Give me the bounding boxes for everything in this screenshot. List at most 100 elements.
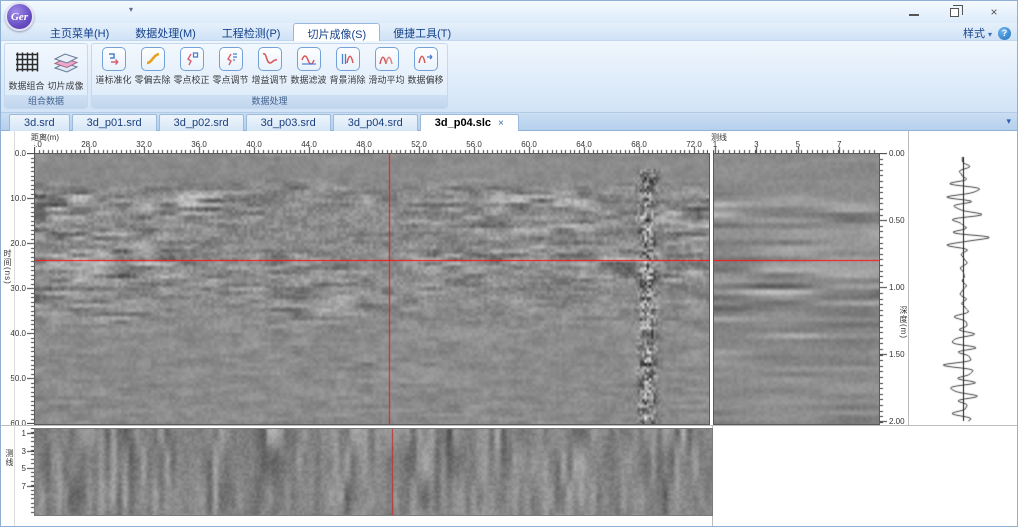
ribbon-button-label: 数据组合 xyxy=(8,79,44,92)
filter-icon xyxy=(297,47,321,71)
menu-tab-slice-imaging[interactable]: 切片成像(S) xyxy=(293,23,380,41)
tick-label: 7 xyxy=(22,482,26,491)
tick-label: 10.0 xyxy=(10,194,26,203)
document-tab-3d_p02-srd[interactable]: 3d_p02.srd xyxy=(159,114,244,131)
ribbon-group-label-data-processing: 数据处理 xyxy=(92,95,447,108)
ribbon-button-slice-imaging[interactable]: 切片成像 xyxy=(46,45,85,96)
document-tab-bar: 3d.srd3d_p01.srd3d_p02.srd3d_p03.srd3d_p… xyxy=(1,113,1017,131)
slice-3d-icon xyxy=(51,47,81,77)
menu-tab-project-detection[interactable]: 工程检测(P) xyxy=(209,23,294,41)
ribbon-button-moving-average[interactable]: 滑动平均 xyxy=(367,45,406,96)
tick-label: 5 xyxy=(22,464,26,473)
menu-tab-data-processing[interactable]: 数据处理(M) xyxy=(122,23,209,41)
tick-label: 20.0 xyxy=(10,239,26,248)
title-bar: Ger ▾ × xyxy=(1,1,1017,23)
background-icon xyxy=(336,47,360,71)
tick-label: 0.50 xyxy=(889,216,905,225)
tick-label: 0.0 xyxy=(15,149,26,158)
menu-right-tools: 样式▾ ? xyxy=(963,25,1011,41)
document-tab-3d_p03-srd[interactable]: 3d_p03.srd xyxy=(246,114,331,131)
ribbon-group-data-processing: 道标准化零偏去除零点校正零点调节增益调节数据滤波背景消除滑动平均数据偏移数据处理 xyxy=(91,43,448,109)
ribbon-button-label: 道标准化 xyxy=(95,73,131,86)
menu-bar: 主页菜单(H)数据处理(M)工程检测(P)切片成像(S)便捷工具(T) 样式▾ … xyxy=(1,23,1017,41)
ribbon-button-label: 滑动平均 xyxy=(368,73,404,86)
slice-y-axis-ticks xyxy=(27,428,34,514)
drift-icon xyxy=(141,47,165,71)
restore-button[interactable] xyxy=(941,3,967,21)
tick-label: 3 xyxy=(22,447,26,456)
ribbon-button-gain-adjust[interactable]: 增益调节 xyxy=(250,45,289,96)
close-icon: × xyxy=(990,5,997,19)
profile-y-axis-title: 时间(ns) xyxy=(2,249,13,285)
tick-label: 1.00 xyxy=(889,283,905,292)
section-y-axis-ticks xyxy=(880,153,887,424)
slice-canvas[interactable] xyxy=(34,428,713,516)
shift-icon xyxy=(414,47,438,71)
tick-label: 0.00 xyxy=(889,149,905,158)
ribbon-button-label: 零点调节 xyxy=(212,73,248,86)
close-button[interactable]: × xyxy=(981,3,1007,21)
ribbon-button-trace-normalize[interactable]: 道标准化 xyxy=(94,45,133,96)
profile-y-axis-ticks xyxy=(27,153,34,424)
zero-adjust-icon xyxy=(219,47,243,71)
help-icon[interactable]: ? xyxy=(998,27,1011,40)
minimize-button[interactable] xyxy=(901,3,927,21)
section-canvas[interactable] xyxy=(713,153,880,425)
zero-correct-icon xyxy=(180,47,204,71)
app-logo-button[interactable]: Ger xyxy=(5,2,34,31)
tab-overflow-dropdown-icon[interactable]: ▾ xyxy=(1006,116,1011,127)
horizontal-divider xyxy=(1,425,1018,426)
application-window: Ger ▾ × 主页菜单(H)数据处理(M)工程检测(P)切片成像(S)便捷工具… xyxy=(0,0,1018,527)
window-controls: × xyxy=(901,3,1007,21)
ribbon-button-label: 数据偏移 xyxy=(407,73,443,86)
average-icon xyxy=(375,47,399,71)
tick-label: 30.0 xyxy=(10,284,26,293)
ribbon-group-buttons: 数据组合切片成像 xyxy=(5,44,87,96)
grid-icon xyxy=(12,47,42,77)
menu-tabs: 主页菜单(H)数据处理(M)工程检测(P)切片成像(S)便捷工具(T) xyxy=(37,23,464,41)
menu-tab-home-menu[interactable]: 主页菜单(H) xyxy=(37,23,122,41)
ribbon-group-label-combine-data: 组合数据 xyxy=(5,95,87,108)
tick-label: 50.0 xyxy=(10,374,26,383)
ribbon-button-data-filter[interactable]: 数据滤波 xyxy=(289,45,328,96)
ribbon-toolbar: 数据组合切片成像组合数据道标准化零偏去除零点校正零点调节增益调节数据滤波背景消除… xyxy=(1,41,1017,113)
trace-waveform-canvas[interactable] xyxy=(909,153,1018,424)
style-button-label: 样式 xyxy=(963,28,985,40)
tab-close-icon[interactable]: × xyxy=(498,118,504,129)
tick-label: 60.0 xyxy=(10,419,26,428)
ribbon-button-background-removal[interactable]: 背景消除 xyxy=(328,45,367,96)
tick-label: 1 xyxy=(22,429,26,438)
slice-y-axis-title: 测线 xyxy=(4,449,15,467)
ribbon-group-combine-data: 数据组合切片成像组合数据 xyxy=(4,43,88,109)
ribbon-button-data-shift[interactable]: 数据偏移 xyxy=(406,45,445,96)
ribbon-button-zero-point-adjust[interactable]: 零点调节 xyxy=(211,45,250,96)
style-button[interactable]: 样式▾ xyxy=(963,25,992,41)
style-dropdown-icon: ▾ xyxy=(988,30,992,39)
app-logo-text: Ger xyxy=(11,11,28,23)
tick-label: 40.0 xyxy=(10,329,26,338)
profile-bscan-canvas[interactable] xyxy=(34,153,710,425)
ribbon-button-label: 背景消除 xyxy=(329,73,365,86)
gain-icon xyxy=(258,47,282,71)
ribbon-group-buttons: 道标准化零偏去除零点校正零点调节增益调节数据滤波背景消除滑动平均数据偏移 xyxy=(92,44,447,96)
ribbon-button-data-combine[interactable]: 数据组合 xyxy=(7,45,46,96)
menu-tab-quick-tools[interactable]: 便捷工具(T) xyxy=(380,23,464,41)
document-tabs: 3d.srd3d_p01.srd3d_p02.srd3d_p03.srd3d_p… xyxy=(9,114,521,131)
ribbon-button-zero-drift-removal[interactable]: 零偏去除 xyxy=(133,45,172,96)
quick-access-dropdown-icon[interactable]: ▾ xyxy=(129,5,133,14)
ribbon-button-label: 零点校正 xyxy=(173,73,209,86)
ribbon-button-label: 增益调节 xyxy=(251,73,287,86)
document-tab-3d_p04-slc[interactable]: 3d_p04.slc× xyxy=(420,114,519,131)
workspace: 距离(m) 24.028.032.036.040.044.048.052.056… xyxy=(1,131,1017,527)
restore-icon xyxy=(950,8,959,17)
tick-label: 1.50 xyxy=(889,350,905,359)
document-tab-3d_p01-srd[interactable]: 3d_p01.srd xyxy=(72,114,157,131)
minimize-icon xyxy=(909,14,919,16)
ribbon-button-label: 数据滤波 xyxy=(290,73,326,86)
ribbon-button-label: 零偏去除 xyxy=(134,73,170,86)
ribbon-button-label: 切片成像 xyxy=(47,79,83,92)
normalize-icon xyxy=(102,47,126,71)
document-tab-3d_p04-srd[interactable]: 3d_p04.srd xyxy=(333,114,418,131)
document-tab-3d-srd[interactable]: 3d.srd xyxy=(9,114,70,131)
ribbon-button-zero-point-correction[interactable]: 零点校正 xyxy=(172,45,211,96)
